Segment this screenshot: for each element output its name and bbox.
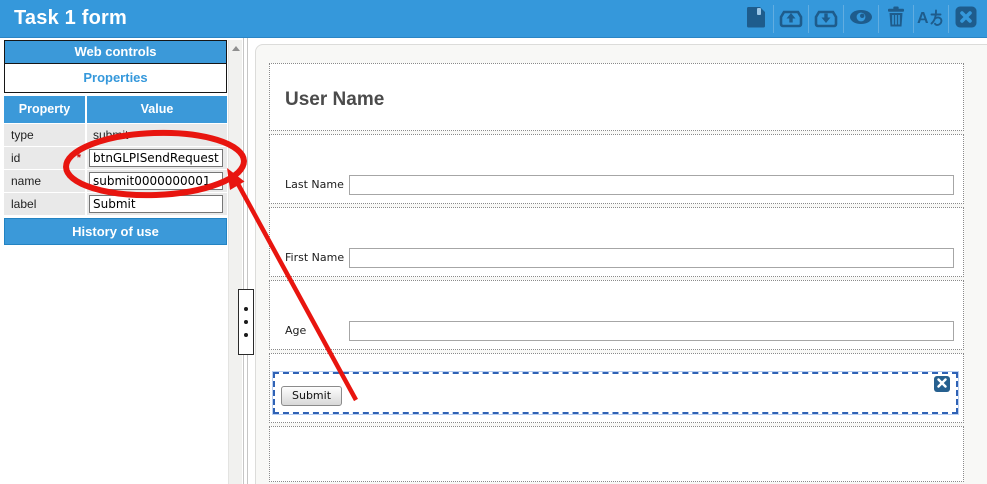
export-button[interactable] bbox=[809, 3, 843, 35]
import-button[interactable] bbox=[774, 3, 808, 35]
widget-row-empty[interactable] bbox=[269, 426, 964, 482]
form-heading: User Name bbox=[285, 89, 385, 110]
save-icon bbox=[744, 5, 768, 32]
property-table: Property Value type submit id * name bbox=[4, 96, 227, 215]
first-name-label: First Name bbox=[285, 251, 345, 264]
properties-sidebar: Web controls Properties Property Value t… bbox=[4, 40, 227, 484]
close-icon bbox=[954, 5, 978, 32]
age-label: Age bbox=[285, 324, 307, 337]
widget-close-icon bbox=[936, 377, 948, 392]
widget-close-button[interactable] bbox=[934, 376, 950, 392]
splitter-handle[interactable] bbox=[238, 289, 254, 355]
delete-icon bbox=[884, 5, 908, 32]
property-row-id-label: id * bbox=[4, 147, 85, 169]
selected-submit-widget[interactable]: Submit bbox=[272, 371, 959, 415]
required-marker: * bbox=[76, 152, 81, 164]
page-title: Task 1 form bbox=[14, 7, 127, 29]
delete-button[interactable] bbox=[879, 3, 913, 35]
property-row-name-label: name bbox=[4, 170, 85, 192]
name-input[interactable] bbox=[89, 172, 223, 190]
translate-button[interactable]: A bbox=[914, 3, 948, 35]
age-input[interactable] bbox=[349, 321, 954, 341]
web-controls-header[interactable]: Web controls bbox=[4, 40, 227, 64]
id-input[interactable] bbox=[89, 149, 223, 167]
property-column-header: Property bbox=[4, 96, 85, 123]
form-designer-window: Task 1 form A Web controls Properties Pr… bbox=[0, 0, 987, 484]
value-column-header: Value bbox=[87, 96, 227, 123]
history-of-use-header[interactable]: History of use bbox=[4, 218, 227, 245]
property-row-label-value bbox=[87, 193, 227, 215]
scroll-up-icon[interactable] bbox=[232, 46, 240, 51]
property-row-type-value: submit bbox=[87, 124, 227, 146]
export-icon bbox=[813, 5, 839, 32]
widget-row-last-name[interactable]: Last Name bbox=[269, 134, 964, 204]
preview-icon bbox=[848, 5, 874, 32]
widget-row-heading[interactable]: User Name bbox=[269, 63, 964, 131]
submit-button[interactable]: Submit bbox=[281, 386, 343, 406]
form-canvas: User Name Last Name First Name Age Submi… bbox=[269, 63, 964, 482]
preview-button[interactable] bbox=[844, 3, 878, 35]
widget-row-submit[interactable]: Submit bbox=[269, 353, 964, 423]
panel-splitter[interactable] bbox=[243, 38, 248, 484]
last-name-label: Last Name bbox=[285, 178, 344, 191]
toolbar: A bbox=[739, 0, 987, 37]
sidebar-scrollbar[interactable] bbox=[228, 40, 242, 484]
import-icon bbox=[778, 5, 804, 32]
widget-row-first-name[interactable]: First Name bbox=[269, 207, 964, 277]
close-button[interactable] bbox=[949, 3, 983, 35]
save-button[interactable] bbox=[739, 3, 773, 35]
titlebar: Task 1 form A bbox=[0, 0, 987, 38]
property-row-id-value bbox=[87, 147, 227, 169]
label-input[interactable] bbox=[89, 195, 223, 213]
widget-row-age[interactable]: Age bbox=[269, 280, 964, 350]
properties-header[interactable]: Properties bbox=[4, 64, 227, 93]
svg-text:A: A bbox=[917, 10, 929, 27]
property-row-type-label: type bbox=[4, 124, 85, 146]
property-row-label-label: label bbox=[4, 193, 85, 215]
last-name-input[interactable] bbox=[349, 175, 954, 195]
translate-icon: A bbox=[917, 5, 945, 32]
property-row-name-value bbox=[87, 170, 227, 192]
form-canvas-panel: User Name Last Name First Name Age Submi… bbox=[255, 44, 987, 484]
first-name-input[interactable] bbox=[349, 248, 954, 268]
